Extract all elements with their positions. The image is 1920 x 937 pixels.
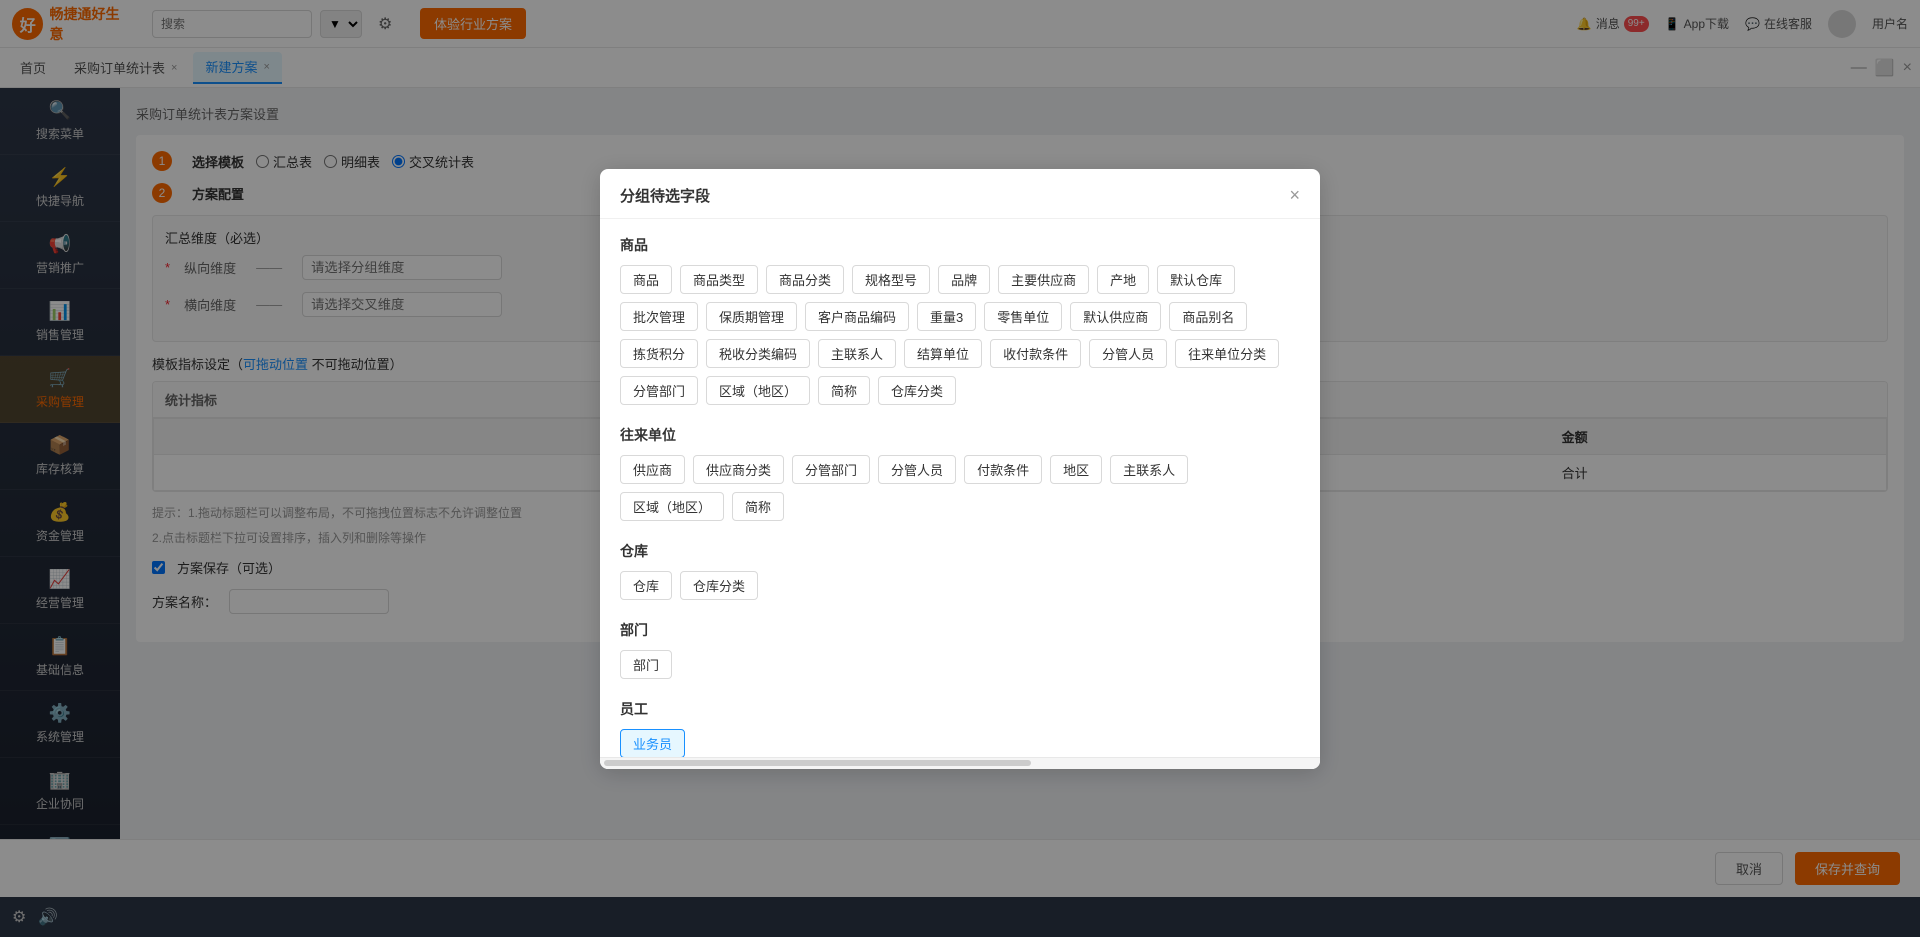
field-tag-main-contact[interactable]: 主联系人 [818,339,896,368]
field-tag-shelf-life[interactable]: 保质期管理 [706,302,797,331]
field-tag-partner-contact[interactable]: 主联系人 [1110,455,1188,484]
section-warehouse: 仓库 仓库 仓库分类 [620,541,1300,600]
field-tag-region[interactable]: 区域（地区） [706,376,810,405]
section-partner: 往来单位 供应商 供应商分类 分管部门 分管人员 付款条件 地区 主联系人 区域… [620,425,1300,521]
section-partner-title: 往来单位 [620,425,1300,445]
field-tag-supplier-category[interactable]: 供应商分类 [693,455,784,484]
section-warehouse-title: 仓库 [620,541,1300,561]
field-tag-partner-region[interactable]: 区域（地区） [620,492,724,521]
partner-field-tags: 供应商 供应商分类 分管部门 分管人员 付款条件 地区 主联系人 区域（地区） … [620,455,1300,521]
modal-header: 分组待选字段 × [600,169,1320,219]
field-tag-batch-mgmt[interactable]: 批次管理 [620,302,698,331]
warehouse-field-tags: 仓库 仓库分类 [620,571,1300,600]
section-employee-title: 员工 [620,699,1300,719]
field-tag-department[interactable]: 部门 [620,650,672,679]
section-department-title: 部门 [620,620,1300,640]
field-tag-settlement-unit[interactable]: 结算单位 [904,339,982,368]
field-tag-warehouse[interactable]: 仓库 [620,571,672,600]
field-tag-partner-category[interactable]: 往来单位分类 [1175,339,1279,368]
modal-body[interactable]: 商品 商品 商品类型 商品分类 规格型号 品牌 主要供应商 产地 默认仓库 批次… [600,219,1320,757]
field-tag-product-type[interactable]: 商品类型 [680,265,758,294]
field-tag-product-alias[interactable]: 商品别名 [1169,302,1247,331]
field-tag-product[interactable]: 商品 [620,265,672,294]
field-tag-area[interactable]: 地区 [1050,455,1102,484]
modal-scroll-bar[interactable] [600,757,1320,769]
field-tag-pick-score[interactable]: 拣货积分 [620,339,698,368]
field-tag-payment-terms[interactable]: 收付款条件 [990,339,1081,368]
field-tag-salesman[interactable]: 业务员 [620,729,685,757]
field-tag-tax-code[interactable]: 税收分类编码 [706,339,810,368]
field-tag-spec-model[interactable]: 规格型号 [852,265,930,294]
modal: 分组待选字段 × 商品 商品 商品类型 商品分类 规格型号 品牌 主要供应商 产… [600,169,1320,769]
department-field-tags: 部门 [620,650,1300,679]
field-tag-manager[interactable]: 分管人员 [1089,339,1167,368]
section-department: 部门 部门 [620,620,1300,679]
field-tag-customer-code[interactable]: 客户商品编码 [805,302,909,331]
field-tag-supplier[interactable]: 供应商 [620,455,685,484]
scroll-thumb-horizontal [604,760,1031,766]
field-tag-default-warehouse[interactable]: 默认仓库 [1157,265,1235,294]
field-tag-main-supplier[interactable]: 主要供应商 [998,265,1089,294]
field-tag-partner-manager[interactable]: 分管人员 [878,455,956,484]
modal-close-button[interactable]: × [1289,186,1300,204]
employee-field-tags: 业务员 [620,729,1300,757]
field-tag-partner-short-name[interactable]: 简称 [732,492,784,521]
field-tag-warehouse-category[interactable]: 仓库分类 [878,376,956,405]
field-tag-product-category[interactable]: 商品分类 [766,265,844,294]
modal-title: 分组待选字段 [620,185,710,206]
field-tag-weight[interactable]: 重量3 [917,302,976,331]
field-tag-payment-condition[interactable]: 付款条件 [964,455,1042,484]
field-tag-brand[interactable]: 品牌 [938,265,990,294]
field-tag-short-name[interactable]: 简称 [818,376,870,405]
section-product: 商品 商品 商品类型 商品分类 规格型号 品牌 主要供应商 产地 默认仓库 批次… [620,235,1300,405]
field-tag-origin[interactable]: 产地 [1097,265,1149,294]
section-product-title: 商品 [620,235,1300,255]
field-tag-retail-unit[interactable]: 零售单位 [984,302,1062,331]
product-field-tags: 商品 商品类型 商品分类 规格型号 品牌 主要供应商 产地 默认仓库 批次管理 … [620,265,1300,405]
field-tag-default-supplier[interactable]: 默认供应商 [1070,302,1161,331]
field-tag-dept[interactable]: 分管部门 [620,376,698,405]
field-tag-partner-dept[interactable]: 分管部门 [792,455,870,484]
field-tag-warehouse-cat[interactable]: 仓库分类 [680,571,758,600]
section-employee: 员工 业务员 [620,699,1300,757]
modal-overlay: 分组待选字段 × 商品 商品 商品类型 商品分类 规格型号 品牌 主要供应商 产… [0,0,1920,937]
